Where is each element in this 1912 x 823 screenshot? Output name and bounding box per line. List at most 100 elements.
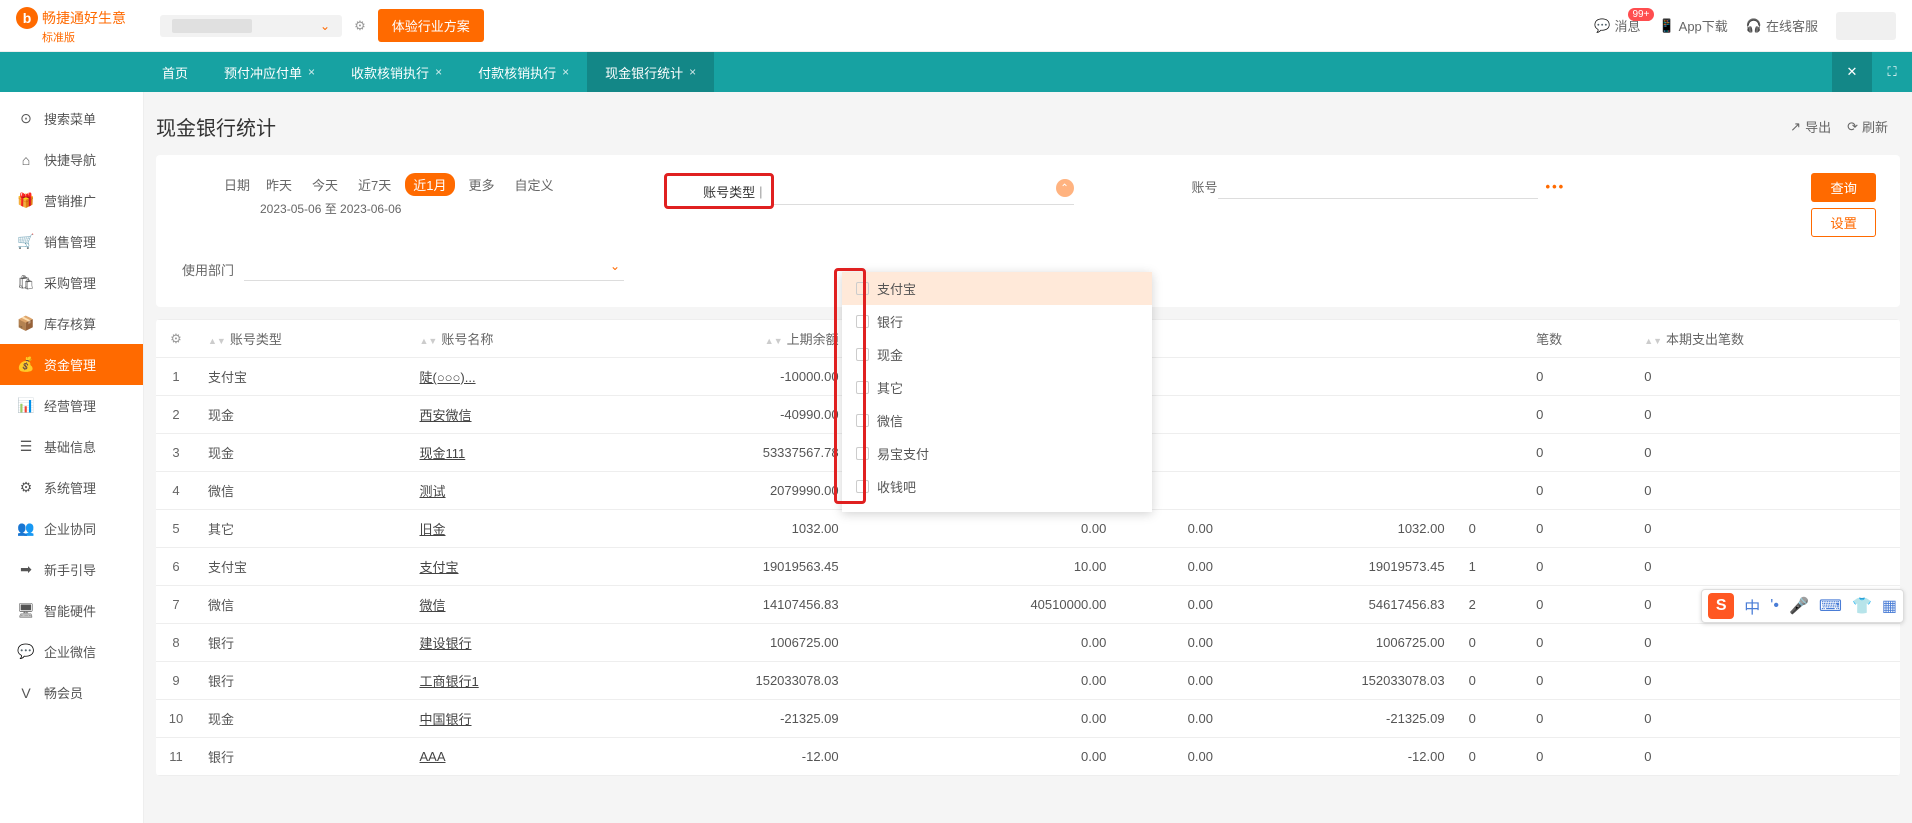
account-name-link[interactable]: 西安微信 [420, 408, 472, 423]
checkbox[interactable] [856, 447, 869, 460]
export-button[interactable]: ↗导出 [1790, 117, 1831, 136]
sidebar-item-collab[interactable]: 👥企业协同 [0, 508, 143, 549]
money-icon: 💰 [18, 357, 34, 373]
date-opt-more[interactable]: 更多 [463, 173, 501, 196]
account-name-link[interactable]: 工商银行1 [420, 674, 479, 689]
account-number-input[interactable] [1218, 173, 1538, 199]
cell-d: 0 [1524, 510, 1632, 548]
ime-keyboard-icon[interactable]: ⌨ [1819, 596, 1842, 616]
cell-account-name: 微信 [408, 586, 620, 624]
cell-e: 0 [1632, 700, 1900, 738]
checkbox[interactable] [856, 480, 869, 493]
sidebar-item-marketing[interactable]: 🎁营销推广 [0, 180, 143, 221]
checkbox[interactable] [856, 381, 869, 394]
checkbox[interactable] [856, 414, 869, 427]
tab-home[interactable]: 首页 [144, 52, 206, 92]
col-count[interactable]: 笔数 [1524, 320, 1632, 358]
account-name-link[interactable]: AAA [420, 749, 446, 764]
cell-d: 0 [1524, 548, 1632, 586]
tab-cash-bank-stats[interactable]: 现金银行统计× [587, 52, 714, 92]
user-avatar[interactable] [1836, 12, 1896, 40]
query-button[interactable]: 查询 [1811, 173, 1876, 202]
close-icon[interactable]: × [562, 65, 569, 79]
tab-receipt[interactable]: 收款核销执行× [333, 52, 460, 92]
sidebar-item-operation[interactable]: 📊经营管理 [0, 385, 143, 426]
cell-b: 1006725.00 [1225, 624, 1457, 662]
dropdown-item[interactable]: 长沙银行 [842, 503, 1152, 512]
sidebar-item-quick[interactable]: ⌂快捷导航 [0, 139, 143, 180]
sidebar-item-hardware[interactable]: 🖥智能硬件 [0, 590, 143, 631]
box-icon: 📦 [18, 316, 34, 332]
cell-income: 0.00 [851, 662, 1119, 700]
sidebar-item-wechat[interactable]: 💬企业微信 [0, 631, 143, 672]
dropdown-item[interactable]: 银行 [842, 305, 1152, 338]
col-account-type[interactable]: ▲▼账号类型 [196, 320, 408, 358]
date-opt-today[interactable]: 今天 [306, 173, 344, 196]
ime-menu-icon[interactable]: ▦ [1882, 596, 1897, 616]
department-select[interactable]: ⌄ [244, 255, 624, 281]
dropdown-item[interactable]: 收钱吧 [842, 470, 1152, 503]
sidebar-item-basic[interactable]: ☰基础信息 [0, 426, 143, 467]
dropdown-item[interactable]: 支付宝 [842, 272, 1152, 305]
app-download-button[interactable]: 📱 App下载 [1658, 16, 1727, 35]
sidebar-item-search[interactable]: ⊙搜索菜单 [0, 98, 143, 139]
sidebar-item-purchase[interactable]: 🛍采购管理 [0, 262, 143, 303]
company-selector[interactable]: ⌄ [160, 15, 342, 37]
account-type-select[interactable]: ⌃ [774, 177, 1074, 205]
date-opt-custom[interactable]: 自定义 [509, 173, 560, 196]
ime-punct-icon[interactable]: '• [1770, 597, 1779, 615]
close-icon[interactable]: × [689, 65, 696, 79]
sidebar-item-inventory[interactable]: 📦库存核算 [0, 303, 143, 344]
table-settings-button[interactable]: ⚙ [156, 320, 196, 358]
date-opt-yesterday[interactable]: 昨天 [260, 173, 298, 196]
ime-toolbar[interactable]: S 中 '• 🎤 ⌨ 👕 ▦ [1701, 589, 1904, 623]
sidebar-item-member[interactable]: V畅会员 [0, 672, 143, 713]
more-filters-button[interactable]: ••• [1546, 179, 1566, 194]
account-name-link[interactable]: 中国银行 [420, 712, 472, 727]
ime-mic-icon[interactable]: 🎤 [1789, 596, 1809, 616]
date-range-text: 2023-05-06 至 2023-06-06 [260, 200, 560, 217]
fullscreen-button[interactable]: ⛶ [1872, 52, 1912, 92]
settings-button[interactable]: 设置 [1811, 208, 1876, 237]
close-all-tabs-button[interactable]: ✕ [1832, 52, 1872, 92]
account-name-link[interactable]: 支付宝 [420, 560, 459, 575]
dropdown-item[interactable]: 微信 [842, 404, 1152, 437]
account-name-link[interactable]: 陡(○○○)... [420, 370, 476, 385]
account-name-link[interactable]: 旧金 [420, 522, 446, 537]
dropdown-item-label: 微信 [877, 411, 903, 430]
checkbox[interactable] [856, 348, 869, 361]
cell-b [1225, 472, 1457, 510]
date-opt-1month[interactable]: 近1月 [405, 173, 454, 196]
ime-lang-icon[interactable]: 中 [1744, 594, 1760, 618]
account-name-link[interactable]: 测试 [420, 484, 446, 499]
dropdown-item[interactable]: 现金 [842, 338, 1152, 371]
col-account-name[interactable]: ▲▼账号名称 [408, 320, 620, 358]
close-icon[interactable]: × [308, 65, 315, 79]
sidebar-item-guide[interactable]: ➡新手引导 [0, 549, 143, 590]
checkbox[interactable] [856, 282, 869, 295]
online-service-button[interactable]: 🎧 在线客服 [1746, 16, 1818, 35]
tab-payment[interactable]: 付款核销执行× [460, 52, 587, 92]
sidebar-item-funds[interactable]: 💰资金管理 [0, 344, 143, 385]
col-expense-count[interactable]: ▲▼本期支出笔数 [1632, 320, 1900, 358]
close-icon[interactable]: × [435, 65, 442, 79]
refresh-button[interactable]: ⟳刷新 [1847, 117, 1888, 136]
account-name-link[interactable]: 微信 [420, 598, 446, 613]
dropdown-item[interactable]: 其它 [842, 371, 1152, 404]
sidebar-item-system[interactable]: ⚙系统管理 [0, 467, 143, 508]
account-name-link[interactable]: 建设银行 [420, 636, 472, 651]
messages-button[interactable]: 💬 消息 99+ [1594, 16, 1640, 35]
ime-skin-icon[interactable]: 👕 [1852, 596, 1872, 616]
sidebar-item-sales[interactable]: 🛒销售管理 [0, 221, 143, 262]
gear-icon[interactable]: ⚙ [354, 18, 366, 34]
tab-prepay[interactable]: 预付冲应付单× [206, 52, 333, 92]
cell-b [1225, 396, 1457, 434]
cell-e: 0 [1632, 396, 1900, 434]
industry-plan-button[interactable]: 体验行业方案 [378, 9, 484, 42]
date-opt-7days[interactable]: 近7天 [352, 173, 397, 196]
account-name-link[interactable]: 现金111 [420, 446, 466, 461]
checkbox[interactable] [856, 315, 869, 328]
dropdown-item[interactable]: 易宝支付 [842, 437, 1152, 470]
col-prev-balance[interactable]: ▲▼上期余额 [619, 320, 851, 358]
cell-account-type: 现金 [196, 434, 408, 472]
